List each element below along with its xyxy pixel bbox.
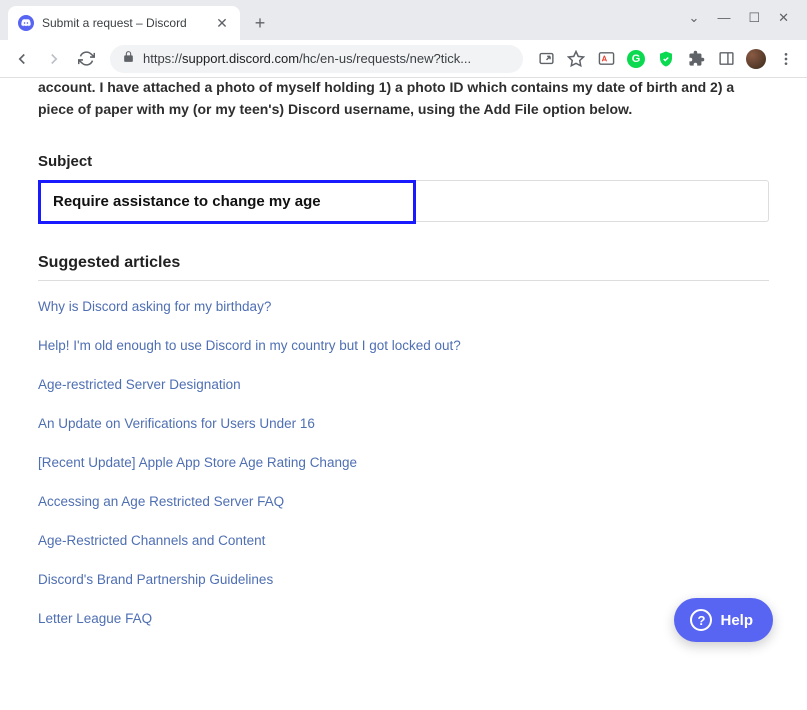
bookmark-star-icon[interactable] xyxy=(563,46,589,72)
page-viewport[interactable]: address associated with my (or my teen's… xyxy=(0,78,807,710)
suggested-article-link[interactable]: Letter League FAQ xyxy=(38,611,769,626)
discord-favicon xyxy=(18,15,34,31)
subject-value: Require assistance to change my age xyxy=(53,193,321,210)
help-question-icon: ? xyxy=(690,609,712,631)
suggested-articles-heading: Suggested articles xyxy=(38,254,769,281)
suggested-article-link[interactable]: An Update on Verifications for Users Und… xyxy=(38,416,769,431)
forward-button[interactable] xyxy=(40,45,68,73)
suggested-article-link[interactable]: [Recent Update] Apple App Store Age Rati… xyxy=(38,455,769,470)
suggested-articles-list: Why is Discord asking for my birthday? He… xyxy=(38,299,769,626)
lock-icon xyxy=(122,50,135,68)
profile-avatar[interactable] xyxy=(743,46,769,72)
subject-label: Subject xyxy=(38,153,769,170)
browser-titlebar: Submit a request – Discord ✕ + ⌄ — ☐ ✕ xyxy=(0,0,807,40)
suggested-article-link[interactable]: Discord's Brand Partnership Guidelines xyxy=(38,572,769,587)
suggested-article-link[interactable]: Accessing an Age Restricted Server FAQ xyxy=(38,494,769,509)
browser-tab[interactable]: Submit a request – Discord ✕ xyxy=(8,6,240,40)
extensions-puzzle-icon[interactable] xyxy=(683,46,709,72)
suggested-article-link[interactable]: Age-Restricted Channels and Content xyxy=(38,533,769,548)
subject-input-highlighted[interactable]: Require assistance to change my age xyxy=(38,180,416,224)
share-icon[interactable] xyxy=(533,46,559,72)
window-minimize-icon[interactable]: — xyxy=(717,10,730,26)
tab-close-icon[interactable]: ✕ xyxy=(214,15,230,31)
window-maximize-icon[interactable]: ☐ xyxy=(748,10,760,26)
extension-translate-icon[interactable] xyxy=(593,46,619,72)
subject-field-row: Require assistance to change my age xyxy=(38,180,769,224)
chrome-menu-icon[interactable] xyxy=(773,46,799,72)
side-panel-icon[interactable] xyxy=(713,46,739,72)
suggested-article-link[interactable]: Help! I'm old enough to use Discord in m… xyxy=(38,338,769,353)
window-controls: ⌄ — ☐ ✕ xyxy=(689,0,807,26)
help-widget-button[interactable]: ? Help xyxy=(674,598,773,642)
new-tab-button[interactable]: + xyxy=(246,9,274,37)
window-caret-icon[interactable]: ⌄ xyxy=(689,10,700,26)
back-button[interactable] xyxy=(8,45,36,73)
subject-input-remainder[interactable] xyxy=(416,180,769,222)
suggested-article-link[interactable]: Age-restricted Server Designation xyxy=(38,377,769,392)
window-close-icon[interactable]: ✕ xyxy=(778,10,789,26)
help-button-label: Help xyxy=(720,612,753,629)
address-bar[interactable]: https://support.discord.com/hc/en-us/req… xyxy=(110,45,523,73)
attestation-paragraph: address associated with my (or my teen's… xyxy=(38,78,769,121)
tab-title: Submit a request – Discord xyxy=(42,16,206,30)
browser-toolbar: https://support.discord.com/hc/en-us/req… xyxy=(0,40,807,78)
reload-button[interactable] xyxy=(72,45,100,73)
extension-grammarly-icon[interactable]: G xyxy=(623,46,649,72)
extension-shield-icon[interactable] xyxy=(653,46,679,72)
suggested-article-link[interactable]: Why is Discord asking for my birthday? xyxy=(38,299,769,314)
url-text: https://support.discord.com/hc/en-us/req… xyxy=(143,51,471,66)
